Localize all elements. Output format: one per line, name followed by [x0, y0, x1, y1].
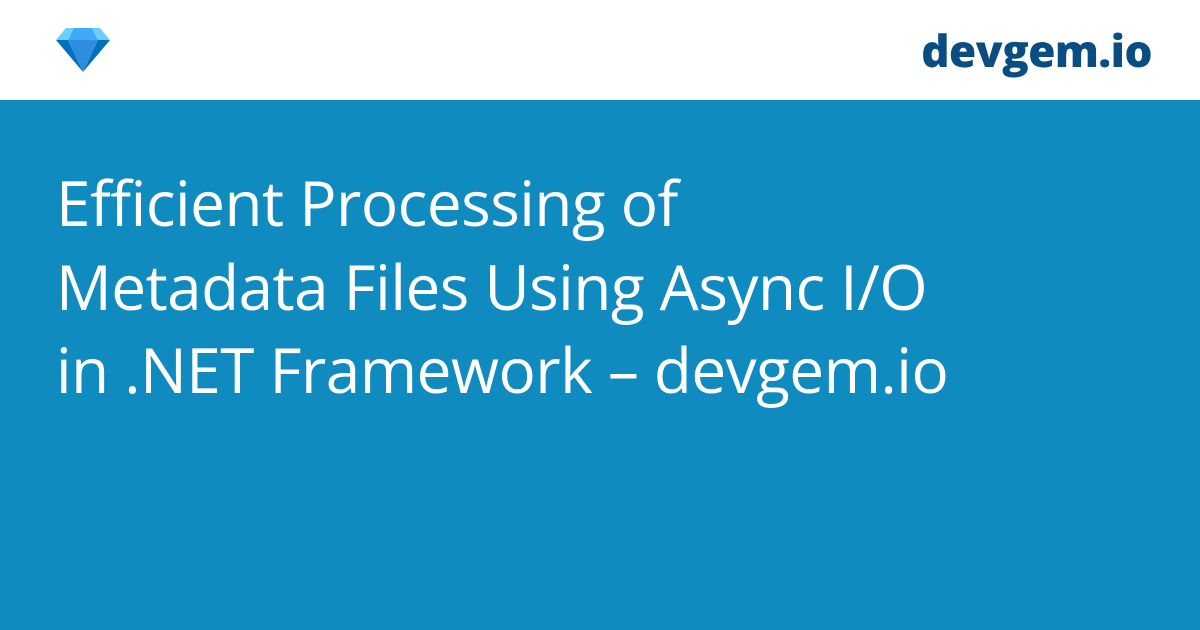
brand-name: devgem.io: [921, 20, 1152, 80]
hero-banner: Efficient Processing of Metadata Files U…: [0, 100, 1200, 630]
gem-icon: [56, 28, 110, 72]
header: devgem.io: [0, 0, 1200, 100]
page-title: Efficient Processing of Metadata Files U…: [56, 162, 956, 413]
